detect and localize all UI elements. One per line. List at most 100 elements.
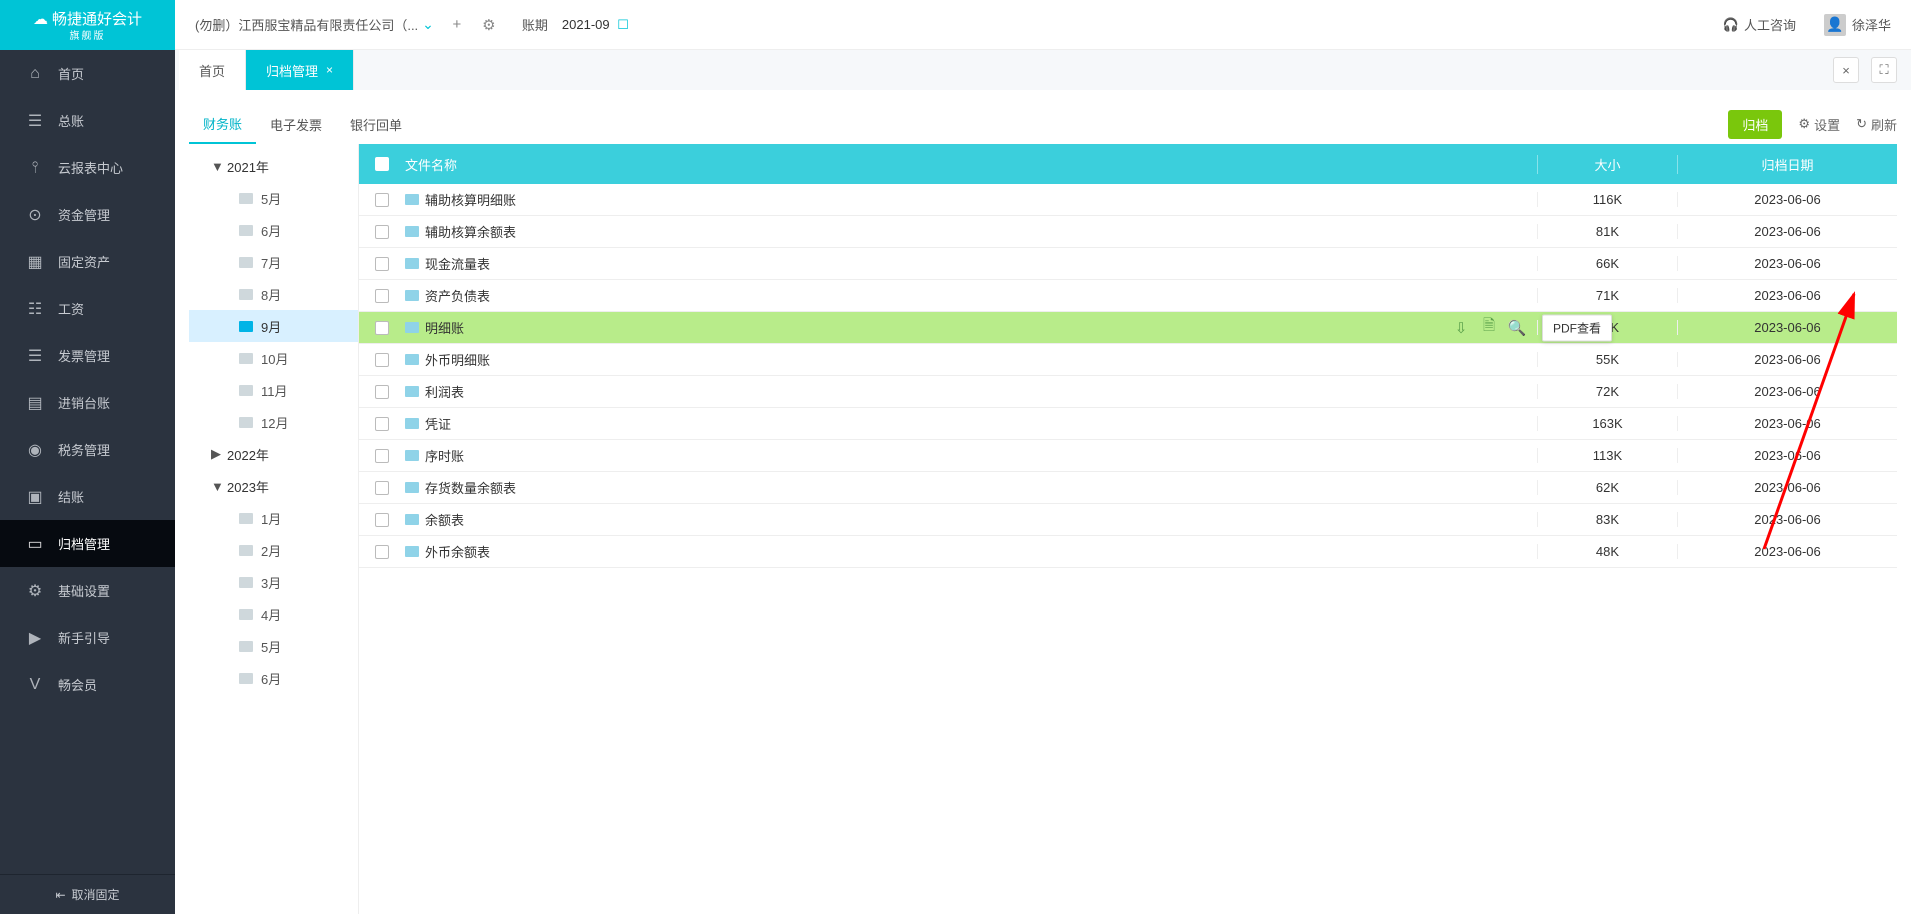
tree-month[interactable]: 9月: [189, 310, 358, 342]
close-icon[interactable]: ×: [326, 63, 333, 77]
table-row[interactable]: 辅助核算余额表 81K 2023-06-06: [359, 216, 1897, 248]
preview-icon[interactable]: 🔍: [1507, 318, 1527, 338]
row-checkbox[interactable]: [375, 449, 389, 463]
tree-month[interactable]: 10月: [189, 342, 358, 374]
tree-year-1[interactable]: ▶2022年: [189, 438, 358, 470]
row-checkbox[interactable]: [375, 353, 389, 367]
tree-month[interactable]: 5月: [189, 182, 358, 214]
row-checkbox[interactable]: [375, 289, 389, 303]
sidebar-item-10[interactable]: ▭归档管理: [0, 520, 175, 567]
sidebar-item-13[interactable]: V畅会员: [0, 661, 175, 708]
user-menu[interactable]: 👤 徐泽华: [1824, 14, 1891, 36]
sidebar-item-4[interactable]: ▦固定资产: [0, 238, 175, 285]
tree-month[interactable]: 2月: [189, 534, 358, 566]
sidebar-unpin[interactable]: ⇤ 取消固定: [0, 874, 175, 914]
tree-month-label: 3月: [261, 573, 281, 592]
sidebar-item-8[interactable]: ◉税务管理: [0, 426, 175, 473]
tree-month[interactable]: 11月: [189, 374, 358, 406]
sidebar-item-3[interactable]: ⊙资金管理: [0, 191, 175, 238]
subtab-finance-label: 财务账: [203, 114, 242, 133]
row-checkbox[interactable]: [375, 257, 389, 271]
tree-month[interactable]: 3月: [189, 566, 358, 598]
select-all-checkbox[interactable]: [375, 157, 389, 171]
sidebar-item-label: 新手引导: [58, 628, 110, 647]
fullscreen-icon[interactable]: ⛶: [1871, 57, 1897, 83]
refresh-link[interactable]: ↻刷新: [1856, 115, 1897, 134]
tree-month[interactable]: 8月: [189, 278, 358, 310]
sidebar-item-7[interactable]: ▤进销台账: [0, 379, 175, 426]
sidebar: ☁畅捷通好会计 旗舰版 ⌂首页☰总账⫯云报表中心⊙资金管理▦固定资产☷工资☰发票…: [0, 0, 175, 914]
gear-icon: ⚙: [1798, 116, 1810, 132]
file-name: 辅助核算余额表: [425, 222, 516, 241]
tree-year-0[interactable]: ▼2021年: [189, 150, 358, 182]
table-row[interactable]: 资产负债表 71K 2023-06-06: [359, 280, 1897, 312]
tab-archive[interactable]: 归档管理 ×: [246, 50, 354, 90]
table-row[interactable]: 序时账 113K 2023-06-06: [359, 440, 1897, 472]
folder-icon: [405, 514, 419, 525]
table-row[interactable]: 明细账 ⇩ 🗎 🔍 PDF查看 46K 2023-06-06: [359, 312, 1897, 344]
archive-button[interactable]: 归档: [1728, 110, 1782, 139]
table-row[interactable]: 现金流量表 66K 2023-06-06: [359, 248, 1897, 280]
download-icon[interactable]: ⇩: [1451, 318, 1471, 338]
folder-icon: [405, 322, 419, 333]
tax-icon: ◉: [26, 441, 44, 459]
row-checkbox[interactable]: [375, 321, 389, 335]
subtab-finance[interactable]: 财务账: [189, 104, 256, 144]
row-checkbox[interactable]: [375, 417, 389, 431]
tree-month[interactable]: 1月: [189, 502, 358, 534]
tree-month[interactable]: 6月: [189, 662, 358, 694]
table-row[interactable]: 存货数量余额表 62K 2023-06-06: [359, 472, 1897, 504]
archive-date: 2023-06-06: [1677, 352, 1897, 367]
sidebar-item-6[interactable]: ☰发票管理: [0, 332, 175, 379]
salary-icon: ☷: [26, 300, 44, 318]
archive-date: 2023-06-06: [1677, 256, 1897, 271]
period-picker[interactable]: 2021-09 ☐: [562, 17, 629, 33]
row-checkbox[interactable]: [375, 193, 389, 207]
sidebar-item-12[interactable]: ▶新手引导: [0, 614, 175, 661]
row-checkbox[interactable]: [375, 481, 389, 495]
file-name: 明细账: [425, 318, 464, 337]
tab-home[interactable]: 首页: [179, 50, 246, 90]
sidebar-item-9[interactable]: ▣结账: [0, 473, 175, 520]
logo-subtext: 旗舰版: [70, 27, 106, 42]
tree-month[interactable]: 6月: [189, 214, 358, 246]
close-icon: ▣: [26, 488, 44, 506]
pdf-icon[interactable]: 🗎: [1479, 318, 1499, 338]
folder-icon: [239, 225, 253, 236]
consult-link[interactable]: 🎧 人工咨询: [1723, 15, 1796, 34]
row-checkbox[interactable]: [375, 385, 389, 399]
row-checkbox[interactable]: [375, 513, 389, 527]
sidebar-item-1[interactable]: ☰总账: [0, 97, 175, 144]
gear-icon[interactable]: ⚙: [480, 16, 498, 34]
subtab-einvoice[interactable]: 电子发票: [256, 104, 336, 144]
table-row[interactable]: 外币明细账 55K 2023-06-06: [359, 344, 1897, 376]
refresh-icon: ↻: [1856, 116, 1867, 132]
tree-month-label: 6月: [261, 669, 281, 688]
tree-month[interactable]: 7月: [189, 246, 358, 278]
table-row[interactable]: 凭证 163K 2023-06-06: [359, 408, 1897, 440]
username: 徐泽华: [1852, 15, 1891, 34]
tree-year-2[interactable]: ▼2023年: [189, 470, 358, 502]
row-checkbox[interactable]: [375, 225, 389, 239]
table-row[interactable]: 利润表 72K 2023-06-06: [359, 376, 1897, 408]
sidebar-item-5[interactable]: ☷工资: [0, 285, 175, 332]
row-checkbox[interactable]: [375, 545, 389, 559]
tree-month[interactable]: 4月: [189, 598, 358, 630]
plus-icon[interactable]: +: [448, 16, 466, 33]
sidebar-item-11[interactable]: ⚙基础设置: [0, 567, 175, 614]
tree-month-label: 6月: [261, 221, 281, 240]
tree-month[interactable]: 12月: [189, 406, 358, 438]
subtab-bankslip-label: 银行回单: [350, 115, 402, 134]
company-selector[interactable]: (勿删）江西服宝精品有限责任公司（... ⌄: [195, 15, 434, 34]
sidebar-item-0[interactable]: ⌂首页: [0, 50, 175, 97]
table-row[interactable]: 外币余额表 48K 2023-06-06: [359, 536, 1897, 568]
settings-link[interactable]: ⚙设置: [1798, 115, 1840, 134]
tree-month[interactable]: 5月: [189, 630, 358, 662]
table-row[interactable]: 辅助核算明细账 116K 2023-06-06: [359, 184, 1897, 216]
archive-date: 2023-06-06: [1677, 224, 1897, 239]
sidebar-item-2[interactable]: ⫯云报表中心: [0, 144, 175, 191]
sidebar-item-label: 资金管理: [58, 205, 110, 224]
subtab-bankslip[interactable]: 银行回单: [336, 104, 416, 144]
tab-close-button[interactable]: ×: [1833, 57, 1859, 83]
table-row[interactable]: 余额表 83K 2023-06-06: [359, 504, 1897, 536]
